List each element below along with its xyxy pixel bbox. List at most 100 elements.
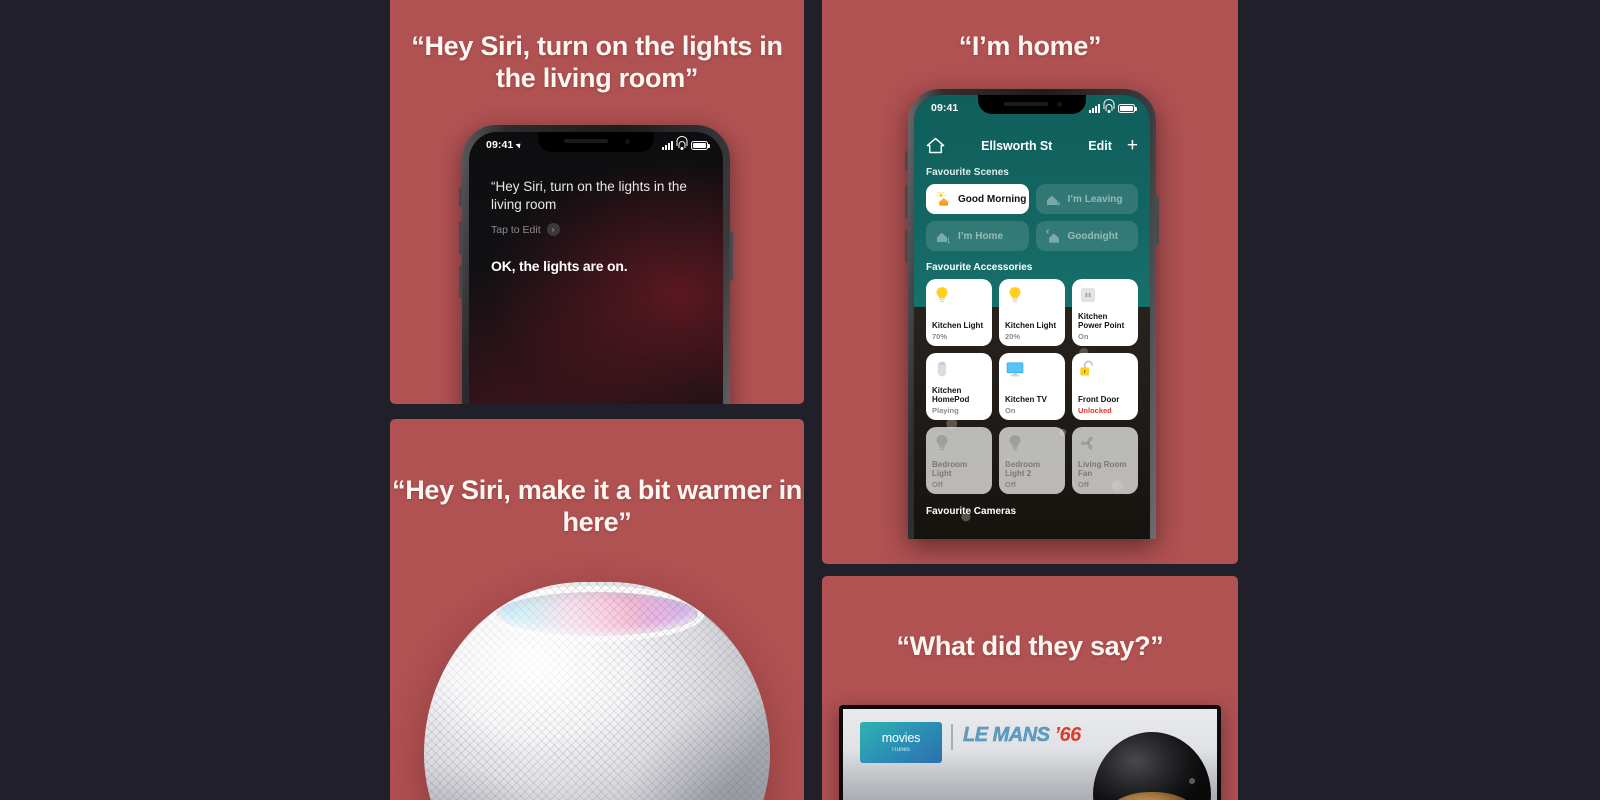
card-im-home-title: “I’m home”	[958, 31, 1102, 61]
siri-conversation: “Hey Siri, turn on the lights in the liv…	[469, 178, 723, 274]
accessory-name: Kitchen TV	[1005, 395, 1047, 405]
accessory-tile[interactable]: Front Door Unlocked	[1072, 353, 1138, 420]
card-homepod-warmer[interactable]: “Hey Siri, make it a bit warmer in here”	[390, 419, 804, 800]
status-bar-right	[662, 135, 710, 150]
scene-label: I’m Home	[958, 230, 1004, 242]
itunes-movies-badge: movies iTunes	[860, 722, 942, 763]
scene-tile[interactable]: I’m Home	[926, 221, 1029, 251]
television-screen: movies iTunes LE MANS ’66	[843, 709, 1217, 800]
homepod-icon	[932, 359, 952, 379]
front-camera-icon	[625, 139, 630, 144]
card-what-did-they-say[interactable]: “What did they say?” movies iTunes LE MA…	[822, 576, 1238, 800]
wifi-icon	[1103, 98, 1115, 113]
scene-label: I’m Leaving	[1067, 193, 1123, 205]
scene-label: Goodnight	[1067, 230, 1119, 242]
phone-mute-switch	[459, 187, 462, 207]
home-app-navbar: Ellsworth St Edit +	[914, 136, 1150, 155]
accessory-text: Kitchen Power Point On	[1078, 312, 1132, 341]
phone-volume-up-button	[459, 221, 462, 255]
accessory-tile[interactable]: Kitchen TV On	[999, 353, 1065, 420]
accessory-text: Kitchen Light 20%	[1005, 321, 1059, 341]
battery-icon	[1118, 103, 1137, 113]
accessory-status: Playing	[932, 405, 959, 415]
location-arrow-icon	[515, 141, 523, 149]
accessory-text: Kitchen HomePod Playing	[932, 386, 986, 415]
lightbulb-icon	[932, 285, 952, 305]
accessory-status: On	[1078, 331, 1089, 341]
accessory-tile[interactable]: Kitchen Power Point On	[1072, 279, 1138, 346]
earpiece-speaker-icon	[1004, 102, 1048, 106]
television-device: movies iTunes LE MANS ’66	[839, 705, 1221, 800]
accessory-tile[interactable]: Kitchen Light 20%	[999, 279, 1065, 346]
homepod-shading	[424, 582, 770, 800]
phone-mute-switch	[905, 151, 908, 171]
battery-icon	[691, 140, 710, 150]
sunrise-house-icon	[935, 191, 951, 207]
itunes-movies-badge-line1: movies	[881, 731, 921, 746]
accessory-status: Off	[932, 479, 943, 489]
card-what-did-they-say-title: “What did they say?”	[896, 631, 1164, 661]
accessory-name: Kitchen Light	[932, 321, 984, 331]
scene-tile[interactable]: Good Morning	[926, 184, 1029, 214]
edit-button[interactable]: Edit	[1088, 139, 1112, 153]
front-camera-icon	[1057, 102, 1062, 107]
accessory-tile[interactable]: Bedroom Light Off	[926, 427, 992, 494]
favourite-scenes-grid: Good Morning I’m Leaving I’m Home Goodni…	[926, 184, 1138, 251]
accessory-status: Off	[1005, 479, 1016, 489]
home-name-title: Ellsworth St	[981, 138, 1053, 153]
status-bar-time: 09:41	[486, 139, 514, 151]
fan-icon	[1078, 433, 1098, 453]
accessory-tile[interactable]: Kitchen HomePod Playing	[926, 353, 992, 420]
phone-volume-up-button	[905, 185, 908, 219]
accessory-tile[interactable]: Living Room Fan Off	[1072, 427, 1138, 494]
phone-side-button	[730, 231, 733, 281]
status-bar-left: 09:41	[931, 102, 958, 114]
house-moon-icon	[1045, 228, 1061, 244]
accessory-name: Bedroom Light	[932, 460, 968, 479]
lightbulb-icon	[1005, 285, 1025, 305]
accessory-name: Front Door	[1078, 395, 1120, 405]
home-app-content: Favourite Scenes Good Morning I’m Leavin…	[914, 161, 1150, 539]
phone-side-button	[1156, 195, 1159, 245]
iphone-device-siri: 09:41 “Hey Siri, turn on the lights in t…	[459, 125, 733, 404]
siri-query-text: “Hey Siri, turn on the lights in the liv…	[491, 179, 687, 213]
accessory-name: Living Room Fan	[1078, 460, 1127, 479]
home-icon[interactable]	[926, 137, 945, 154]
accessory-text: Front Door Unlocked	[1078, 395, 1132, 415]
accessory-status: Off	[1078, 479, 1089, 489]
television-icon	[1005, 359, 1025, 379]
movie-title-text: LE MANS	[963, 724, 1050, 746]
earpiece-speaker-icon	[564, 139, 608, 143]
accessory-name: Kitchen HomePod	[932, 386, 970, 405]
homepod-mini-device	[424, 582, 770, 800]
accessory-text: Bedroom Light Off	[932, 460, 986, 489]
movie-title-logo: LE MANS ’66	[963, 724, 1082, 746]
accessory-text: Bedroom Light 2 Off	[1005, 460, 1059, 489]
cellular-signal-icon	[1089, 103, 1100, 113]
favourite-accessories-heading: Favourite Accessories	[926, 262, 1033, 273]
scene-tile[interactable]: Goodnight	[1035, 221, 1138, 251]
accessory-tile[interactable]: Bedroom Light 2 Off	[999, 427, 1065, 494]
phone-notch	[538, 132, 654, 152]
scene-label: Good Morning	[958, 193, 1027, 205]
card-im-home[interactable]: “I’m home” 09:41 Ellsworth St Edit + Fav…	[822, 0, 1238, 564]
house-leaving-icon	[1045, 191, 1061, 207]
accessory-status: 20%	[1005, 331, 1021, 341]
favourite-scenes-heading: Favourite Scenes	[926, 167, 1009, 178]
card-siri-lights[interactable]: “Hey Siri, turn on the lights in the liv…	[390, 0, 804, 404]
badge-divider	[951, 724, 953, 750]
iphone-screen-siri: 09:41 “Hey Siri, turn on the lights in t…	[469, 132, 723, 404]
scene-tile[interactable]: I’m Leaving	[1035, 184, 1138, 214]
card-siri-lights-title: “Hey Siri, turn on the lights in the liv…	[411, 31, 783, 93]
phone-volume-down-button	[905, 229, 908, 263]
accessory-tile[interactable]: Kitchen Light 70%	[926, 279, 992, 346]
siri-tap-to-edit-label: Tap to Edit	[491, 223, 541, 236]
power-outlet-icon	[1078, 285, 1098, 305]
phone-notch	[978, 95, 1086, 114]
accessory-name: Bedroom Light 2	[1005, 460, 1041, 479]
house-icon	[935, 228, 951, 244]
add-button[interactable]: +	[1127, 136, 1138, 155]
iphone-screen-home: 09:41 Ellsworth St Edit + Favourite Scen…	[914, 95, 1150, 539]
siri-tap-to-edit[interactable]: Tap to Edit ›	[491, 223, 701, 237]
accessory-text: Living Room Fan Off	[1078, 460, 1132, 489]
